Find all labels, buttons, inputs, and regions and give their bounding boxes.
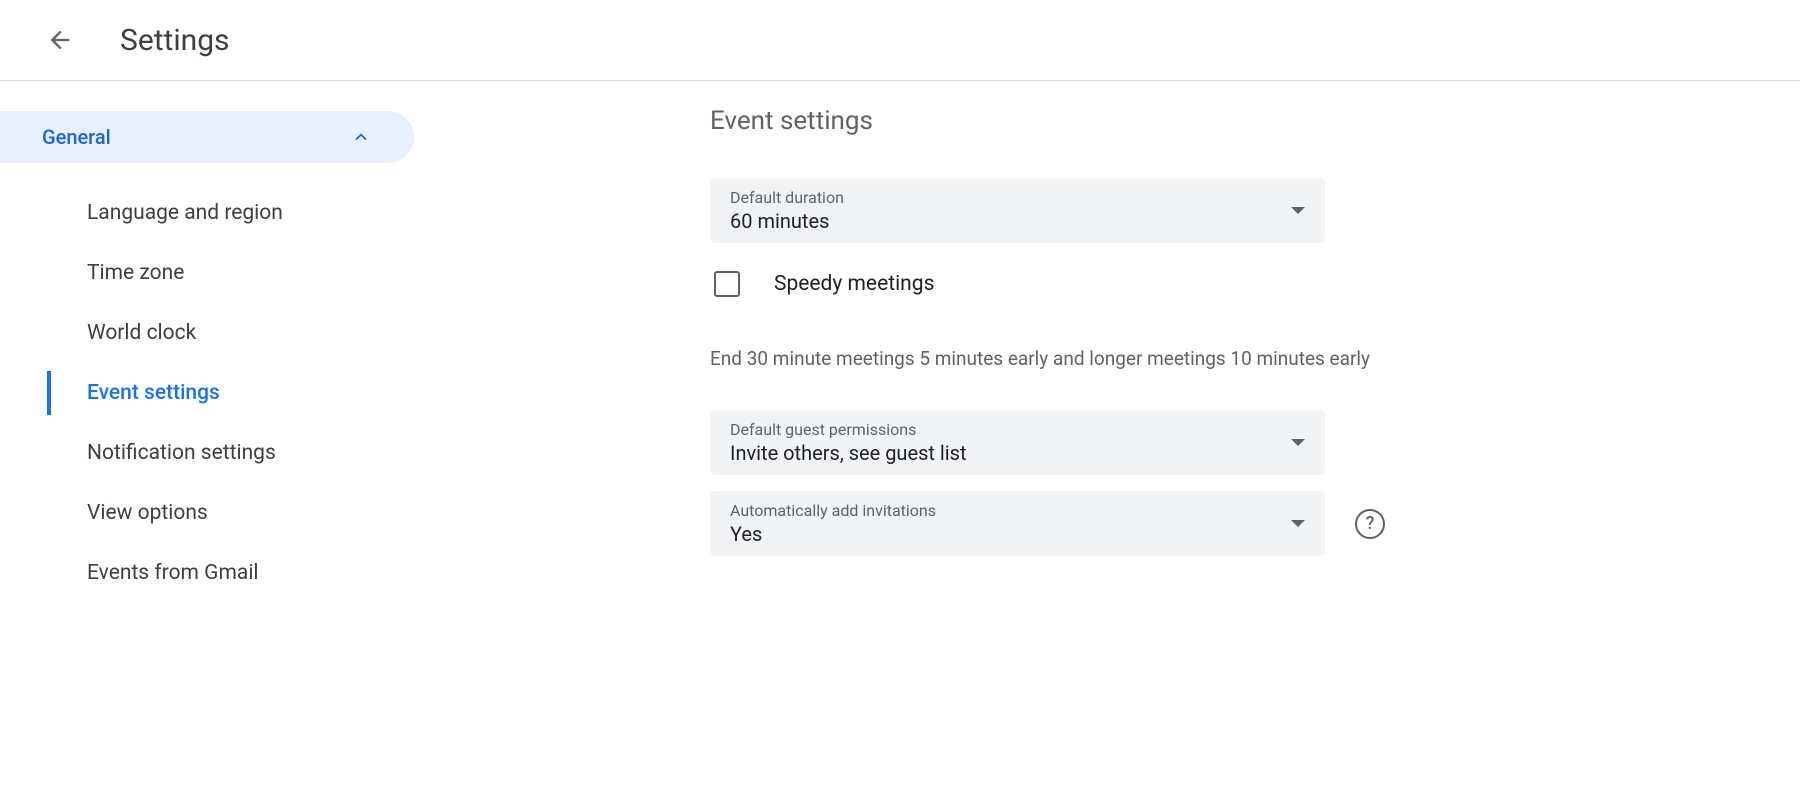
sidebar-item-label: Event settings	[87, 381, 220, 405]
dropdown-content: Automatically add invitations Yes	[730, 501, 936, 546]
auto-add-invitations-dropdown[interactable]: Automatically add invitations Yes	[710, 491, 1325, 556]
sidebar-item-label: Language and region	[87, 201, 283, 225]
sidebar: General Language and region Time zone Wo…	[0, 81, 420, 603]
help-icon[interactable]: ?	[1355, 509, 1385, 539]
dropdown-value: Invite others, see guest list	[730, 441, 966, 465]
dropdown-value: Yes	[730, 522, 936, 546]
back-button[interactable]	[40, 20, 80, 60]
speedy-meetings-row: Speedy meetings	[710, 271, 1740, 297]
dropdown-content: Default duration 60 minutes	[730, 188, 844, 233]
arrow-left-icon	[46, 26, 74, 54]
sidebar-item-world-clock[interactable]: World clock	[47, 303, 420, 363]
dropdown-label: Automatically add invitations	[730, 501, 936, 520]
page-title: Settings	[120, 23, 230, 58]
section-title: Event settings	[710, 106, 1740, 136]
auto-add-invitations-row: Automatically add invitations Yes ?	[710, 491, 1740, 556]
sidebar-item-notification-settings[interactable]: Notification settings	[47, 423, 420, 483]
sidebar-category-general[interactable]: General	[0, 111, 414, 163]
dropdown-arrow-icon	[1291, 207, 1305, 214]
content: General Language and region Time zone Wo…	[0, 81, 1800, 603]
sidebar-item-view-options[interactable]: View options	[47, 483, 420, 543]
sidebar-item-events-from-gmail[interactable]: Events from Gmail	[47, 543, 420, 603]
sidebar-item-language-region[interactable]: Language and region	[47, 183, 420, 243]
main-content: Event settings Default duration 60 minut…	[420, 81, 1800, 603]
sidebar-item-event-settings[interactable]: Event settings	[47, 363, 420, 423]
sidebar-item-label: View options	[87, 501, 208, 525]
guest-permissions-dropdown[interactable]: Default guest permissions Invite others,…	[710, 410, 1325, 475]
speedy-meetings-description: End 30 minute meetings 5 minutes early a…	[710, 347, 1740, 370]
default-duration-dropdown[interactable]: Default duration 60 minutes	[710, 178, 1325, 243]
dropdown-content: Default guest permissions Invite others,…	[730, 420, 966, 465]
dropdown-value: 60 minutes	[730, 209, 844, 233]
chevron-up-icon	[350, 126, 372, 148]
dropdown-label: Default guest permissions	[730, 420, 966, 439]
sidebar-item-label: Events from Gmail	[87, 561, 259, 585]
speedy-meetings-checkbox[interactable]	[714, 271, 740, 297]
dropdown-arrow-icon	[1291, 439, 1305, 446]
sidebar-item-time-zone[interactable]: Time zone	[47, 243, 420, 303]
speedy-meetings-label: Speedy meetings	[774, 272, 934, 296]
sidebar-item-label: World clock	[87, 321, 196, 345]
sidebar-category-label: General	[42, 125, 111, 149]
header: Settings	[0, 0, 1800, 81]
sidebar-item-label: Time zone	[87, 261, 184, 285]
sidebar-item-label: Notification settings	[87, 441, 276, 465]
dropdown-arrow-icon	[1291, 520, 1305, 527]
dropdown-label: Default duration	[730, 188, 844, 207]
sidebar-items: Language and region Time zone World cloc…	[0, 163, 420, 603]
